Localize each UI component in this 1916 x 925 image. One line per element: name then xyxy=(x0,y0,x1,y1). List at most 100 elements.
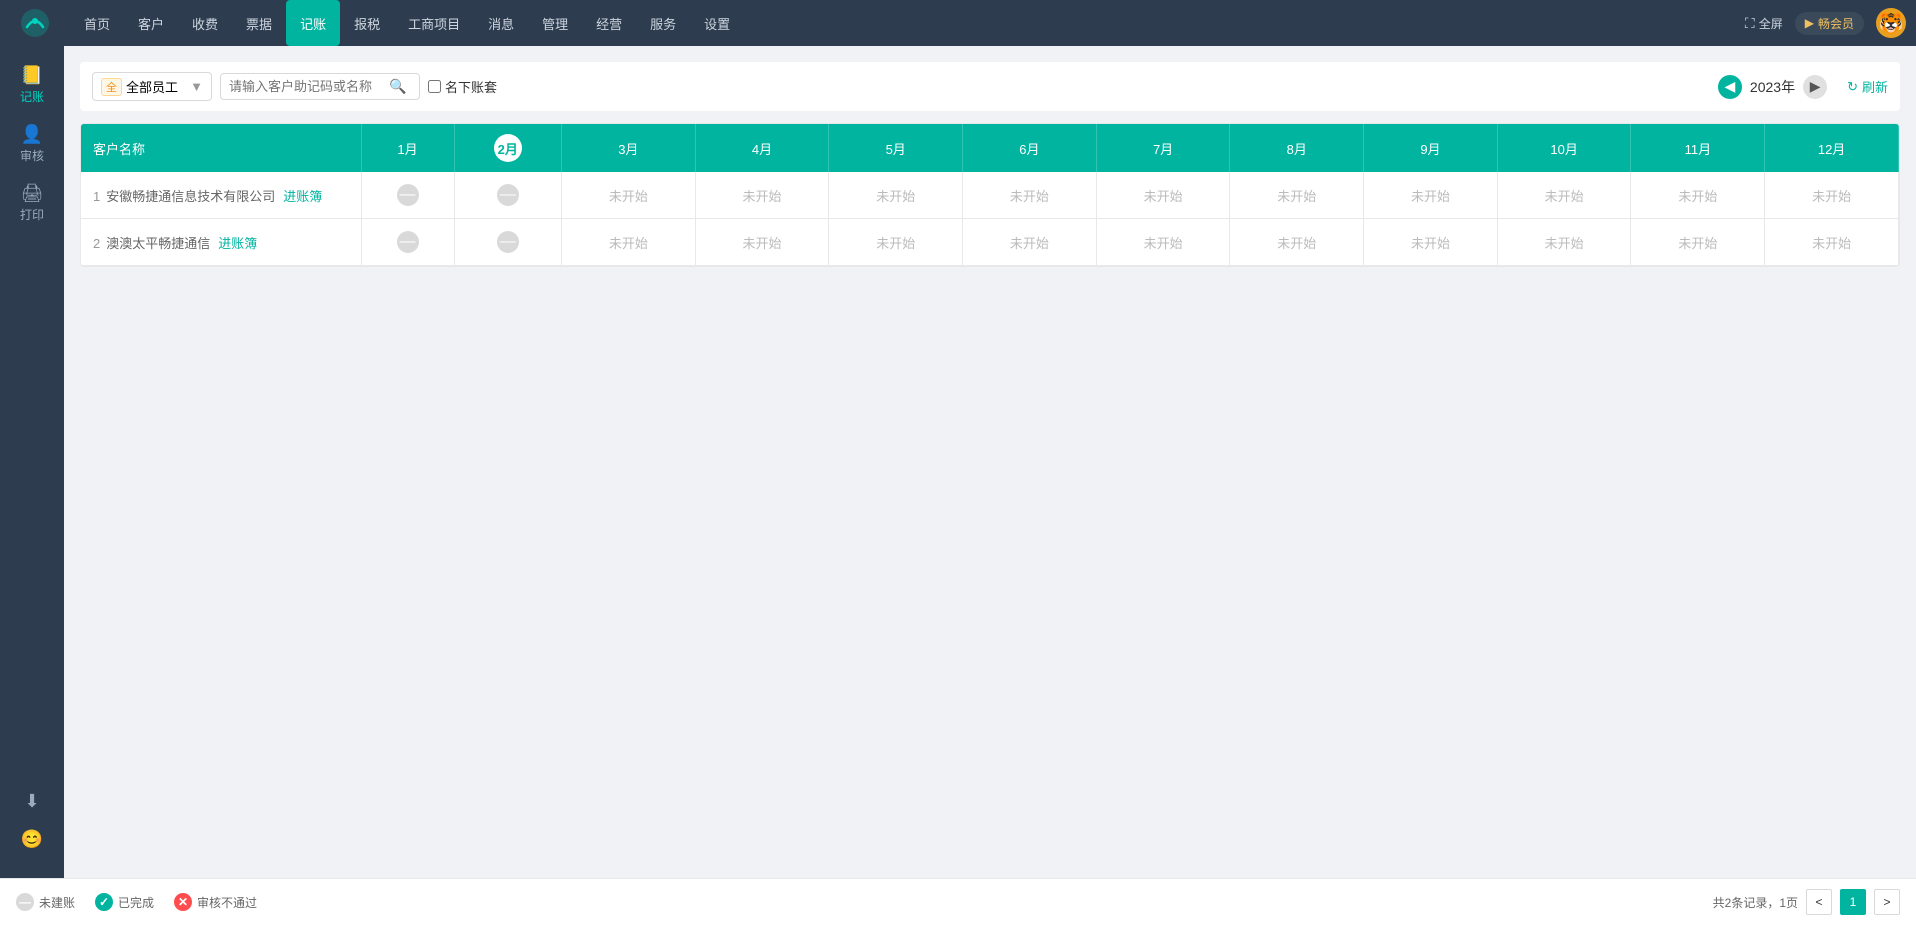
month-cell-11: 未开始 xyxy=(1631,172,1765,219)
sidebar-label-review: 审核 xyxy=(20,147,44,164)
year-next-button[interactable]: ▶ xyxy=(1803,75,1827,99)
toolbar: 全 全部员工 ▼ 🔍 名下账套 ◀ 2023年 ▶ ↻ 刷新 xyxy=(80,62,1900,111)
legend-label-rejected: 审核不通过 xyxy=(197,894,257,911)
client-name: 安徽畅捷通信息技术有限公司 xyxy=(106,189,275,204)
sidebar-item-review[interactable]: 👤 审核 xyxy=(0,115,64,174)
nav-manage[interactable]: 管理 xyxy=(528,0,582,46)
employee-select[interactable]: 全 全部员工 ▼ xyxy=(92,72,212,101)
status-not-started: 未开始 xyxy=(1411,189,1450,204)
nav-tax[interactable]: 报税 xyxy=(340,0,394,46)
refresh-button[interactable]: ↻ 刷新 xyxy=(1847,77,1888,96)
page-prev-button[interactable]: < xyxy=(1806,889,1832,915)
nav-settings[interactable]: 设置 xyxy=(690,0,744,46)
status-not-started: 未开始 xyxy=(743,189,782,204)
page-next-button[interactable]: > xyxy=(1874,889,1900,915)
year-display: 2023年 xyxy=(1750,77,1795,97)
month-cell-10: 未开始 xyxy=(1497,172,1631,219)
page-footer: — 未建账 ✓ 已完成 ✕ 审核不通过 共2条记录，1页 < 1 > xyxy=(0,878,1916,925)
sidebar-item-print[interactable]: 🖨 打印 xyxy=(0,174,64,233)
status-not-started: 未开始 xyxy=(876,189,915,204)
col-header-jun: 6月 xyxy=(963,124,1097,172)
month-cell-12: 未开始 xyxy=(1765,172,1899,219)
nav-operation[interactable]: 经营 xyxy=(582,0,636,46)
nav-accounting[interactable]: 记账 xyxy=(286,0,340,46)
legend-dot-red: ✕ xyxy=(174,893,192,911)
month-cell-1: — xyxy=(361,219,454,266)
nav-billing[interactable]: 收费 xyxy=(178,0,232,46)
month-cell-9: 未开始 xyxy=(1364,172,1498,219)
sidebar-item-profile[interactable]: 😊 xyxy=(21,820,43,858)
month-cell-5: 未开始 xyxy=(829,219,963,266)
month-cell-10: 未开始 xyxy=(1497,219,1631,266)
nav-customer[interactable]: 客户 xyxy=(124,0,178,46)
pagination: 共2条记录，1页 < 1 > xyxy=(1713,889,1900,915)
sidebar-bottom: ⬇ 😊 xyxy=(21,782,43,878)
accounts-table: 客户名称 1月 2月 3月 4月 5月 6月 7月 8月 9月 xyxy=(81,124,1899,266)
main-layout: 📒 记账 👤 审核 🖨 打印 ⬇ 😊 全 全部员工 ▼ xyxy=(0,46,1916,878)
month-cell-8: 未开始 xyxy=(1230,172,1364,219)
year-prev-button[interactable]: ◀ xyxy=(1718,75,1742,99)
year-navigation: ◀ 2023年 ▶ xyxy=(1718,75,1827,99)
month-cell-4: 未开始 xyxy=(695,219,829,266)
row-number: 2 xyxy=(93,236,100,251)
main-content: 全 全部员工 ▼ 🔍 名下账套 ◀ 2023年 ▶ ↻ 刷新 xyxy=(64,46,1916,878)
enter-ledger-link[interactable]: 进账簿 xyxy=(283,189,322,204)
status-not-started: 未开始 xyxy=(1812,189,1851,204)
legend-label-not-built: 未建账 xyxy=(39,894,75,911)
month-cell-5: 未开始 xyxy=(829,172,963,219)
sidebar-item-download[interactable]: ⬇ xyxy=(21,782,43,820)
status-not-started: 未开始 xyxy=(1411,236,1450,251)
col-header-nov: 11月 xyxy=(1631,124,1765,172)
status-not-started: 未开始 xyxy=(876,236,915,251)
chevron-down-icon: ▼ xyxy=(190,79,203,94)
status-not-built: — xyxy=(397,184,419,206)
table-row: 1安徽畅捷通信息技术有限公司进账簿——未开始未开始未开始未开始未开始未开始未开始… xyxy=(81,172,1899,219)
page-current-button[interactable]: 1 xyxy=(1840,889,1866,915)
checkbox-input[interactable] xyxy=(428,80,441,93)
nav-service[interactable]: 服务 xyxy=(636,0,690,46)
month-cell-7: 未开始 xyxy=(1096,172,1230,219)
total-records: 共2条记录，1页 xyxy=(1713,894,1798,911)
enter-ledger-link[interactable]: 进账簿 xyxy=(218,236,257,251)
month-cell-9: 未开始 xyxy=(1364,219,1498,266)
search-input[interactable] xyxy=(229,79,389,94)
nav-home[interactable]: 首页 xyxy=(70,0,124,46)
sidebar: 📒 记账 👤 审核 🖨 打印 ⬇ 😊 xyxy=(0,46,64,878)
month-cell-2: — xyxy=(454,172,561,219)
month-cell-3: 未开始 xyxy=(561,219,695,266)
sidebar-label-accounting: 记账 xyxy=(20,88,44,105)
status-not-started: 未开始 xyxy=(743,236,782,251)
legend-completed: ✓ 已完成 xyxy=(95,893,154,911)
month-cell-3: 未开始 xyxy=(561,172,695,219)
vip-button[interactable]: ▶ 畅会员 xyxy=(1795,12,1864,35)
status-not-built: — xyxy=(397,231,419,253)
search-icon[interactable]: 🔍 xyxy=(389,78,406,95)
legend-label-completed: 已完成 xyxy=(118,894,154,911)
user-avatar[interactable]: 🐯 xyxy=(1876,8,1906,38)
col-header-name: 客户名称 xyxy=(81,124,361,172)
vip-icon: ▶ xyxy=(1805,16,1814,30)
active-month-indicator: 2月 xyxy=(494,134,522,162)
nav-business[interactable]: 工商项目 xyxy=(394,0,474,46)
sidebar-item-accounting[interactable]: 📒 记账 xyxy=(0,56,64,115)
search-wrap: 🔍 xyxy=(220,73,420,100)
status-not-started: 未开始 xyxy=(1277,236,1316,251)
row-number: 1 xyxy=(93,189,100,204)
under-accounts-checkbox[interactable]: 名下账套 xyxy=(428,77,497,96)
top-navigation: 首页 客户 收费 票据 记账 报税 工商项目 消息 管理 经营 服务 设置 ⛶ … xyxy=(0,0,1916,46)
col-header-oct: 10月 xyxy=(1497,124,1631,172)
col-header-feb: 2月 xyxy=(454,124,561,172)
fullscreen-icon: ⛶ xyxy=(1745,15,1755,32)
fullscreen-button[interactable]: ⛶ 全屏 xyxy=(1745,15,1783,32)
status-not-started: 未开始 xyxy=(609,189,648,204)
month-cell-4: 未开始 xyxy=(695,172,829,219)
col-header-apr: 4月 xyxy=(695,124,829,172)
month-cell-11: 未开始 xyxy=(1631,219,1765,266)
status-not-started: 未开始 xyxy=(1010,189,1049,204)
status-not-built: — xyxy=(497,231,519,253)
col-header-jan: 1月 xyxy=(361,124,454,172)
nav-message[interactable]: 消息 xyxy=(474,0,528,46)
nav-invoice[interactable]: 票据 xyxy=(232,0,286,46)
status-not-started: 未开始 xyxy=(1144,189,1183,204)
month-cell-8: 未开始 xyxy=(1230,219,1364,266)
